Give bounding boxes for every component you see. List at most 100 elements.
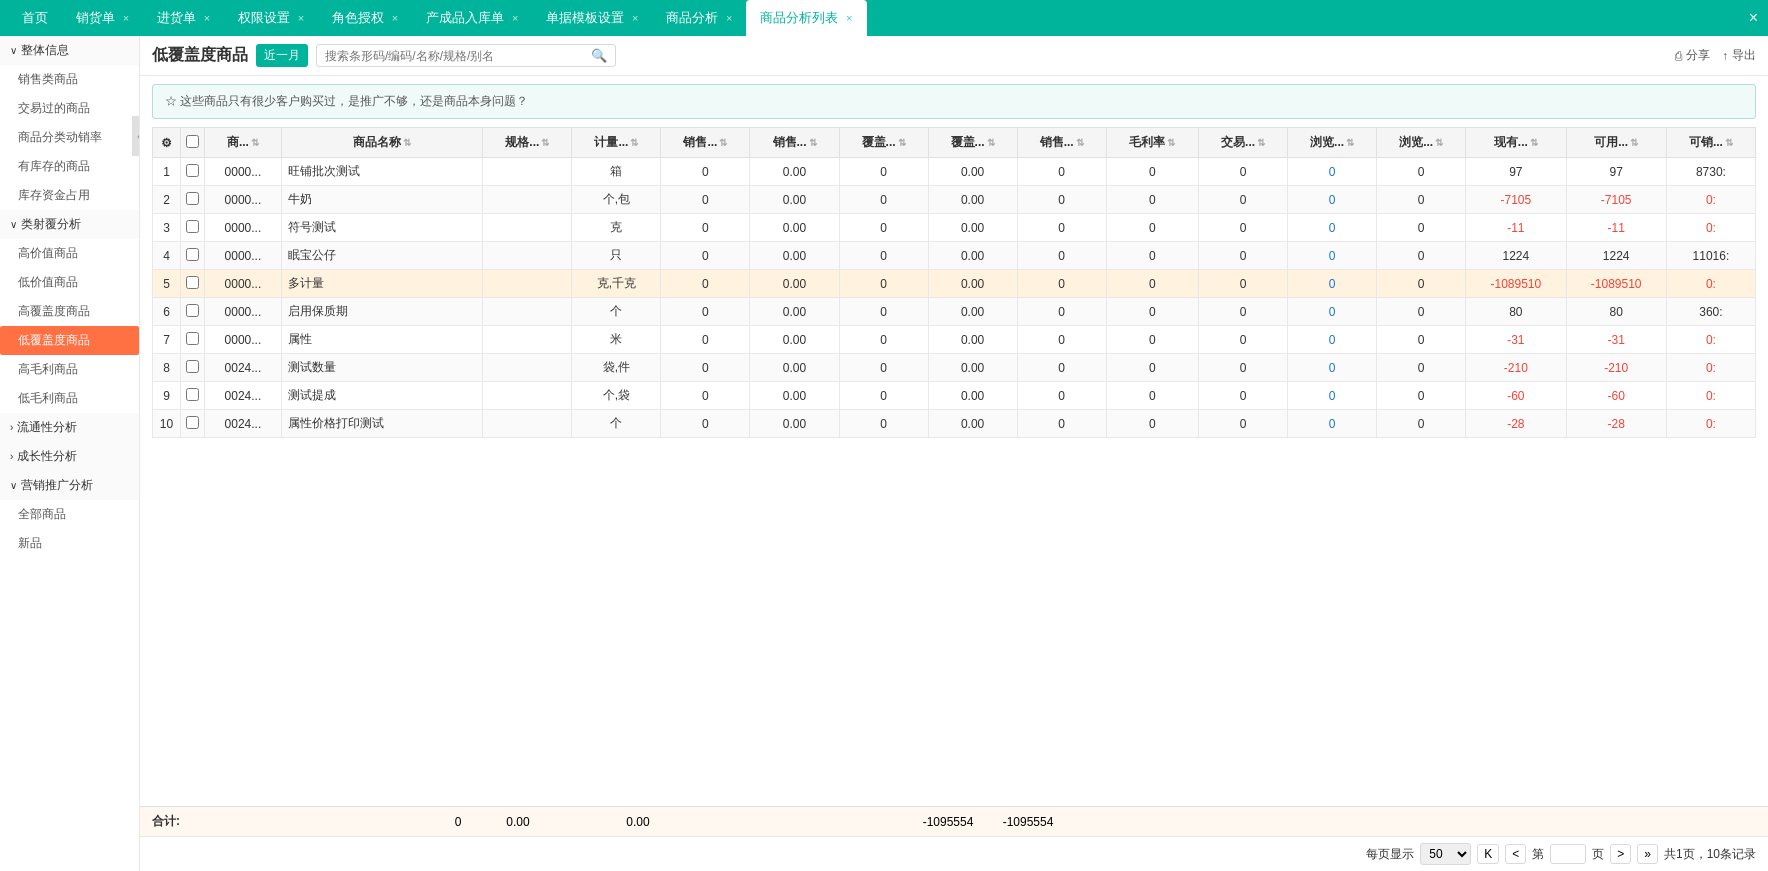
sidebar-collapse-button[interactable]: « — [132, 116, 140, 156]
last-page-button[interactable]: » — [1637, 844, 1658, 864]
col-coverage1[interactable]: 覆盖...⇅ — [839, 128, 928, 158]
cell-browse1[interactable]: 0 — [1288, 158, 1377, 186]
nav-tab-product[interactable]: 产成品入库单 × — [412, 0, 532, 36]
close-tab-purchase[interactable]: × — [204, 12, 210, 24]
col-spec[interactable]: 规格...⇅ — [483, 128, 572, 158]
close-tab-permission[interactable]: × — [298, 12, 304, 24]
close-tab-analysis-list[interactable]: × — [846, 12, 852, 24]
next-page-button[interactable]: > — [1610, 844, 1631, 864]
cell-browse1[interactable]: 0 — [1288, 270, 1377, 298]
close-tab-product[interactable]: × — [512, 12, 518, 24]
row-checkbox[interactable] — [186, 220, 199, 233]
sidebar-item-low-profit[interactable]: 低毛利商品 — [0, 384, 139, 413]
row-checkbox[interactable] — [186, 248, 199, 261]
nav-tab-analysis-list[interactable]: 商品分析列表 × — [746, 0, 866, 36]
cell-browse1[interactable]: 0 — [1288, 354, 1377, 382]
close-all-button[interactable]: × — [1749, 9, 1758, 27]
nav-tab-permission[interactable]: 权限设置 × — [224, 0, 318, 36]
cell-checkbox[interactable] — [181, 298, 205, 326]
close-tab-template[interactable]: × — [632, 12, 638, 24]
sidebar-section-overview[interactable]: ∨ 整体信息 — [0, 36, 139, 65]
row-checkbox[interactable] — [186, 332, 199, 345]
search-input[interactable] — [325, 49, 591, 63]
cell-checkbox[interactable] — [181, 382, 205, 410]
sidebar-item-category-rate[interactable]: 商品分类动销率 — [0, 123, 139, 152]
cell-checkbox[interactable] — [181, 354, 205, 382]
col-available[interactable]: 可用...⇅ — [1566, 128, 1666, 158]
row-checkbox[interactable] — [186, 192, 199, 205]
cell-sales-amt: 0.00 — [750, 158, 839, 186]
nav-tab-purchase[interactable]: 进货单 × — [143, 0, 224, 36]
col-current[interactable]: 现有...⇅ — [1466, 128, 1566, 158]
sidebar-item-all-goods[interactable]: 全部商品 — [0, 500, 139, 529]
cell-checkbox[interactable] — [181, 326, 205, 354]
col-name[interactable]: 商品名称⇅ — [281, 128, 483, 158]
cell-checkbox[interactable] — [181, 270, 205, 298]
col-sales3[interactable]: 销售...⇅ — [1017, 128, 1106, 158]
sidebar-item-new-goods[interactable]: 新品 — [0, 529, 139, 558]
col-unit[interactable]: 计量...⇅ — [572, 128, 661, 158]
cell-browse1[interactable]: 0 — [1288, 186, 1377, 214]
col-browse2[interactable]: 浏览...⇅ — [1377, 128, 1466, 158]
row-checkbox[interactable] — [186, 164, 199, 177]
close-tab-role[interactable]: × — [392, 12, 398, 24]
sidebar-item-high-coverage[interactable]: 高覆盖度商品 — [0, 297, 139, 326]
sidebar-item-sales-goods[interactable]: 销售类商品 — [0, 65, 139, 94]
row-checkbox[interactable] — [186, 388, 199, 401]
cell-browse1[interactable]: 0 — [1288, 326, 1377, 354]
col-gross-margin[interactable]: 毛利率⇅ — [1106, 128, 1198, 158]
cell-browse1[interactable]: 0 — [1288, 382, 1377, 410]
nav-tab-home[interactable]: 首页 — [8, 0, 62, 36]
share-button[interactable]: ⎙ 分享 — [1675, 47, 1710, 64]
col-checkbox[interactable] — [181, 128, 205, 158]
sidebar-item-high-value[interactable]: 高价值商品 — [0, 239, 139, 268]
cell-browse2: 0 — [1377, 186, 1466, 214]
close-tab-sales[interactable]: × — [123, 12, 129, 24]
sidebar-section-growth[interactable]: › 成长性分析 — [0, 442, 139, 471]
cell-spec — [483, 410, 572, 438]
row-checkbox[interactable] — [186, 304, 199, 317]
sidebar-item-low-coverage[interactable]: 低覆盖度商品 — [0, 326, 139, 355]
sidebar-section-flow[interactable]: › 流通性分析 — [0, 413, 139, 442]
nav-tab-sales[interactable]: 销货单 × — [62, 0, 143, 36]
nav-tab-role[interactable]: 角色授权 × — [318, 0, 412, 36]
nav-tab-analysis[interactable]: 商品分析 × — [652, 0, 746, 36]
prev-page-button[interactable]: < — [1505, 844, 1526, 864]
cell-checkbox[interactable] — [181, 186, 205, 214]
select-all-checkbox[interactable] — [186, 135, 199, 148]
cell-checkbox[interactable] — [181, 410, 205, 438]
col-sales-amt[interactable]: 销售...⇅ — [750, 128, 839, 158]
cell-browse1[interactable]: 0 — [1288, 242, 1377, 270]
col-code[interactable]: 商...⇅ — [205, 128, 282, 158]
row-checkbox[interactable] — [186, 416, 199, 429]
sidebar-item-high-profit[interactable]: 高毛利商品 — [0, 355, 139, 384]
cell-browse1[interactable]: 0 — [1288, 298, 1377, 326]
sidebar-item-stocked-goods[interactable]: 有库存的商品 — [0, 152, 139, 181]
sidebar-section-coverage[interactable]: ∨ 类射覆分析 — [0, 210, 139, 239]
cell-checkbox[interactable] — [181, 158, 205, 186]
col-coverage2[interactable]: 覆盖...⇅ — [928, 128, 1017, 158]
col-settings[interactable]: ⚙ — [153, 128, 181, 158]
close-tab-analysis[interactable]: × — [726, 12, 732, 24]
per-page-select[interactable]: 50 20 100 — [1420, 843, 1471, 865]
col-browse1[interactable]: 浏览...⇅ — [1288, 128, 1377, 158]
sidebar-section-marketing[interactable]: ∨ 营销推广分析 — [0, 471, 139, 500]
page-input[interactable]: 1 — [1550, 844, 1586, 864]
col-transaction[interactable]: 交易...⇅ — [1199, 128, 1288, 158]
sidebar-item-stock-capital[interactable]: 库存资金占用 — [0, 181, 139, 210]
cell-browse1[interactable]: 0 — [1288, 214, 1377, 242]
export-button[interactable]: ↑ 导出 — [1722, 47, 1756, 64]
sidebar-item-traded-goods[interactable]: 交易过的商品 — [0, 94, 139, 123]
row-checkbox[interactable] — [186, 360, 199, 373]
search-icon[interactable]: 🔍 — [591, 48, 607, 63]
nav-tab-template[interactable]: 单据模板设置 × — [532, 0, 652, 36]
cell-checkbox[interactable] — [181, 214, 205, 242]
row-checkbox[interactable] — [186, 276, 199, 289]
cell-checkbox[interactable] — [181, 242, 205, 270]
first-page-button[interactable]: K — [1477, 844, 1499, 864]
col-sales-qty[interactable]: 销售...⇅ — [661, 128, 750, 158]
col-saleable[interactable]: 可销...⇅ — [1666, 128, 1755, 158]
cell-browse1[interactable]: 0 — [1288, 410, 1377, 438]
time-filter-button[interactable]: 近一月 — [256, 44, 308, 67]
sidebar-item-low-value[interactable]: 低价值商品 — [0, 268, 139, 297]
